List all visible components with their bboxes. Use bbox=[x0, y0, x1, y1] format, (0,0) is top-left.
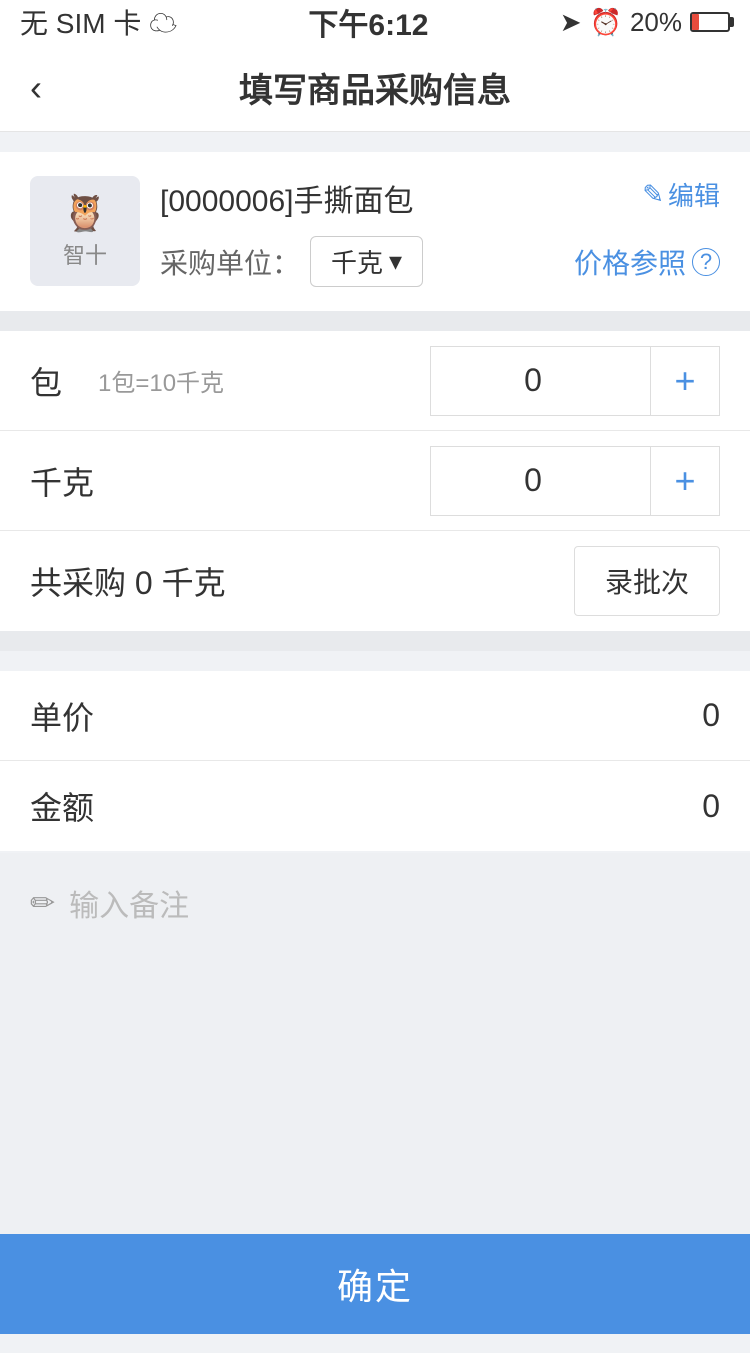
product-info: [0000006]手撕面包 ✎ 编辑 采购单位： 千克 ▾ 价格参照 ? bbox=[160, 176, 720, 287]
notes-placeholder: 输入备注 bbox=[69, 881, 189, 925]
price-ref-label: 价格参照 bbox=[574, 242, 686, 282]
total-text: 共采购 0 千克 bbox=[30, 558, 226, 604]
battery-percent: 20% bbox=[630, 7, 682, 38]
edit-button[interactable]: ✎ 编辑 bbox=[642, 176, 720, 213]
unit-select[interactable]: 千克 ▾ bbox=[310, 236, 423, 287]
amount-label: 金额 bbox=[30, 783, 94, 829]
divider-2 bbox=[0, 631, 750, 651]
unit-value: 千克 bbox=[331, 243, 383, 280]
page-title: 填写商品采购信息 bbox=[239, 63, 511, 112]
bag-label: 包 bbox=[30, 358, 90, 404]
input-section: 包 1包=10千克 + 千克 + 共采购 0 千克 录批次 bbox=[0, 331, 750, 631]
kg-label: 千克 bbox=[30, 458, 94, 504]
product-card: 🦉 智十 [0000006]手撕面包 ✎ 编辑 采购单位： 千克 ▾ bbox=[0, 152, 750, 311]
kg-input-control: + bbox=[430, 446, 720, 516]
product-logo-icon: 🦉 bbox=[63, 192, 108, 234]
unit-price-label: 单价 bbox=[30, 693, 94, 739]
pencil-icon: ✏ bbox=[30, 886, 55, 921]
price-section: 单价 0 金额 0 bbox=[0, 671, 750, 851]
notes-section[interactable]: ✏ 输入备注 bbox=[0, 853, 750, 953]
no-sim-text: 无 SIM 卡 ☁ bbox=[20, 2, 177, 42]
amount-row: 金额 0 bbox=[0, 761, 750, 851]
product-name: [0000006]手撕面包 bbox=[160, 176, 413, 220]
alarm-icon: ⏰ bbox=[590, 7, 622, 38]
header: ‹ 填写商品采购信息 bbox=[0, 44, 750, 132]
edit-icon: ✎ bbox=[642, 179, 664, 210]
chevron-down-icon: ▾ bbox=[389, 246, 402, 277]
bag-input-row: 包 1包=10千克 + bbox=[0, 331, 750, 431]
unit-label: 采购单位： bbox=[160, 242, 300, 282]
empty-area bbox=[0, 953, 750, 1253]
battery-icon bbox=[690, 12, 730, 32]
info-icon: ? bbox=[692, 248, 720, 276]
back-button[interactable]: ‹ bbox=[30, 67, 80, 109]
location-icon: ➤ bbox=[560, 7, 582, 38]
bag-sub-label: 1包=10千克 bbox=[98, 363, 430, 398]
batch-button[interactable]: 录批次 bbox=[574, 546, 720, 616]
status-right: ➤ ⏰ 20% bbox=[560, 7, 730, 38]
status-left: 无 SIM 卡 ☁ bbox=[20, 2, 177, 42]
status-time: 下午6:12 bbox=[308, 0, 428, 44]
kg-plus-button[interactable]: + bbox=[650, 446, 720, 516]
edit-label: 编辑 bbox=[668, 176, 720, 213]
product-name-row: [0000006]手撕面包 ✎ 编辑 bbox=[160, 176, 720, 220]
amount-value: 0 bbox=[702, 788, 720, 825]
bag-input-control: + bbox=[430, 346, 720, 416]
unit-price-value: 0 bbox=[702, 697, 720, 734]
unit-price-row: 单价 0 bbox=[0, 671, 750, 761]
price-ref-button[interactable]: 价格参照 ? bbox=[574, 242, 720, 282]
product-image: 🦉 智十 bbox=[30, 176, 140, 286]
confirm-button[interactable]: 确定 bbox=[0, 1234, 750, 1334]
bag-input[interactable] bbox=[430, 346, 650, 416]
brand-text: 智十 bbox=[63, 238, 107, 270]
divider-1 bbox=[0, 311, 750, 331]
total-row: 共采购 0 千克 录批次 bbox=[0, 531, 750, 631]
bag-plus-button[interactable]: + bbox=[650, 346, 720, 416]
status-bar: 无 SIM 卡 ☁ 下午6:12 ➤ ⏰ 20% bbox=[0, 0, 750, 44]
kg-input[interactable] bbox=[430, 446, 650, 516]
unit-row: 采购单位： 千克 ▾ 价格参照 ? bbox=[160, 236, 720, 287]
kg-input-row: 千克 + bbox=[0, 431, 750, 531]
